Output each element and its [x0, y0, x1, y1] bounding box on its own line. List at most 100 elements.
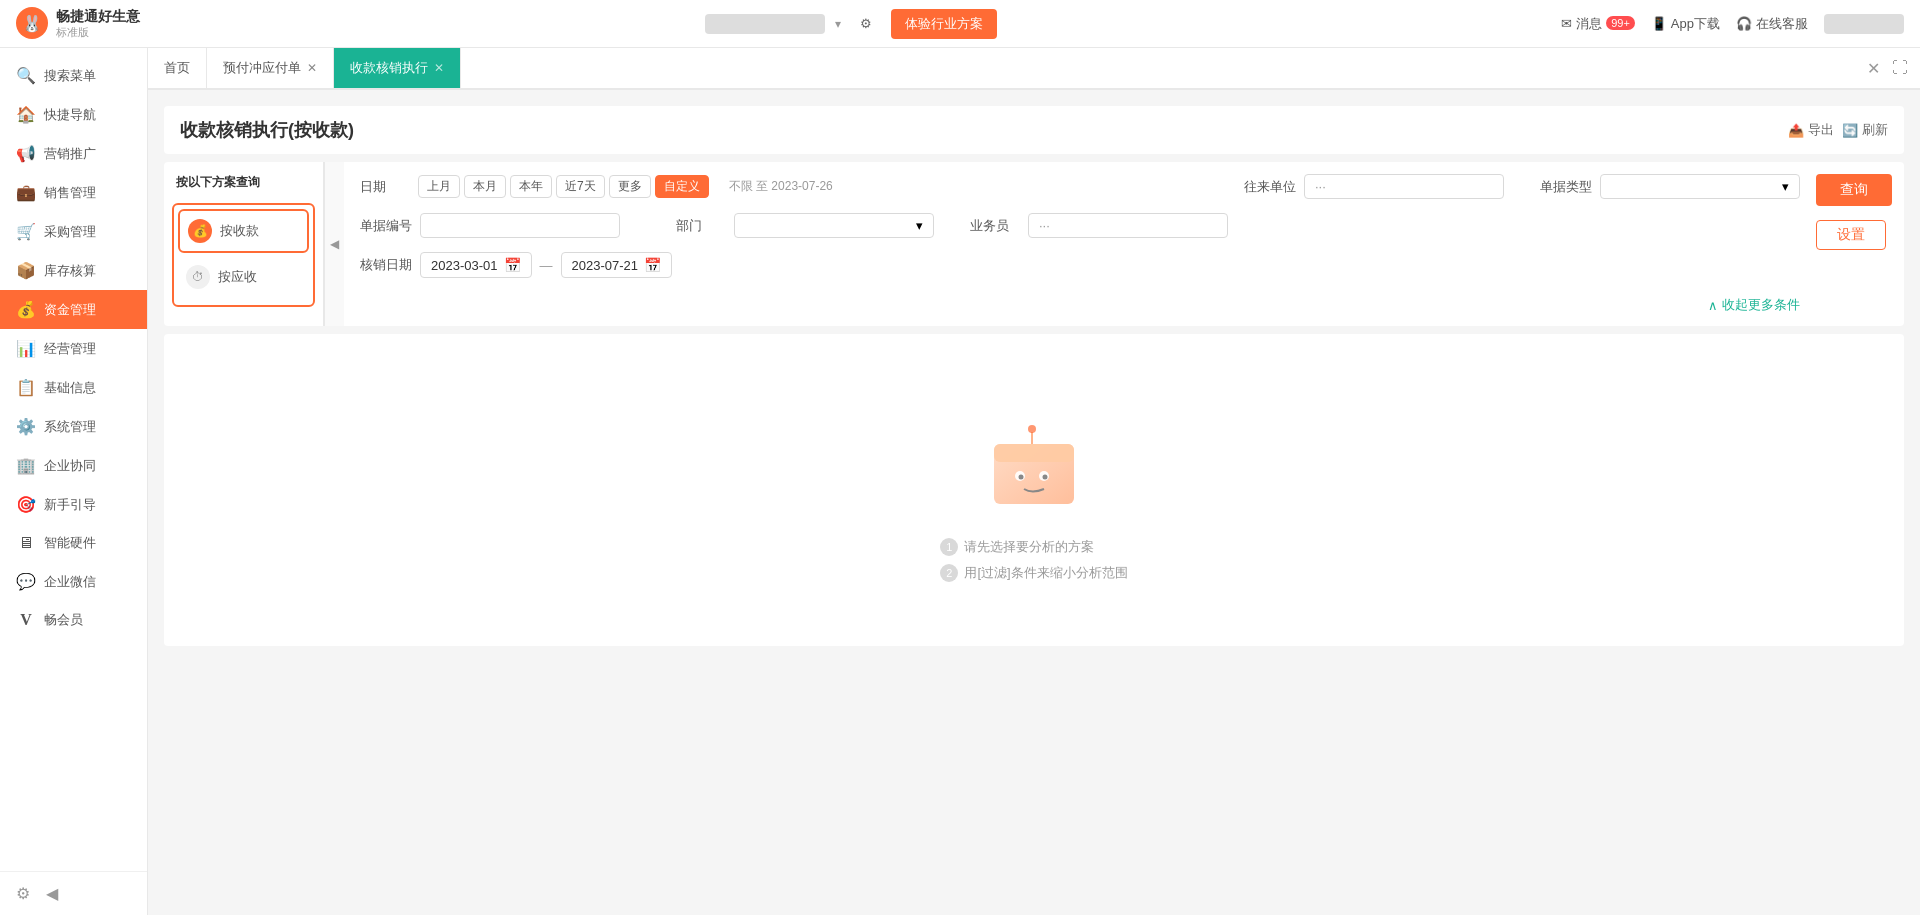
counterparty-input[interactable]: ···: [1304, 174, 1504, 199]
date-label: 日期: [360, 178, 410, 196]
settings-bottom-icon[interactable]: ⚙: [16, 884, 30, 903]
step-1-text: 请先选择要分析的方案: [964, 534, 1094, 560]
settings-icon[interactable]: ⚙: [851, 9, 881, 39]
staff-label: 业务员: [970, 217, 1020, 235]
by-receipt-label: 按收款: [220, 222, 259, 240]
department-select[interactable]: ▾: [734, 213, 934, 238]
step-2-text: 用[过滤]条件来缩小分析范围: [964, 560, 1127, 586]
funds-icon: 💰: [16, 300, 36, 319]
tab-receipt-offset[interactable]: 收款核销执行 ✕: [334, 48, 461, 88]
writeoff-date-range: 2023-03-01 📅 — 2023-07-21 📅: [420, 252, 672, 278]
step-2-num: 2: [940, 564, 958, 582]
tab-receipt-label: 收款核销执行: [350, 59, 428, 77]
sidebar-item-inventory[interactable]: 📦 库存核算: [0, 251, 147, 290]
marketing-icon: 📢: [16, 144, 36, 163]
writeoff-start-date[interactable]: 2023-03-01 📅: [420, 252, 532, 278]
sidebar-item-guide[interactable]: 🎯 新手引导: [0, 485, 147, 524]
last-month-btn[interactable]: 上月: [418, 175, 460, 198]
account-info: [705, 14, 825, 34]
tab-home[interactable]: 首页: [148, 48, 207, 88]
sidebar-label-system: 系统管理: [44, 418, 96, 436]
tab-bar: 首页 预付冲应付单 ✕ 收款核销执行 ✕ ✕ ⛶: [148, 48, 1920, 90]
refresh-button[interactable]: 🔄 刷新: [1842, 121, 1888, 139]
date-no-limit: 不限 至 2023-07-26: [729, 178, 1188, 195]
this-year-btn[interactable]: 本年: [510, 175, 552, 198]
inventory-icon: 📦: [16, 261, 36, 280]
sidebar-item-marketing[interactable]: 📢 营销推广: [0, 134, 147, 173]
sidebar-item-quick-nav[interactable]: 🏠 快捷导航: [0, 95, 147, 134]
filter-settings-button[interactable]: 设置: [1816, 220, 1886, 250]
app-download-label: App下载: [1671, 15, 1720, 33]
collapse-arrow-icon: ◀: [330, 237, 339, 251]
sidebar-item-member[interactable]: V 畅会员: [0, 601, 147, 639]
sidebar-item-smart-hw[interactable]: 🖥 智能硬件: [0, 524, 147, 562]
main-layout: 🔍 搜索菜单 🏠 快捷导航 📢 营销推广 💼 销售管理 🛒 采购管理 📦: [0, 48, 1920, 915]
svg-point-4: [1019, 475, 1024, 480]
topbar-center: ▾ ⚙ 体验行业方案: [705, 9, 997, 39]
filter-counterparty-item: 往来单位 ···: [1244, 174, 1504, 199]
page-header: 收款核销执行(按收款) 📤 导出 🔄 刷新: [164, 106, 1904, 154]
sales-icon: 💼: [16, 183, 36, 202]
tab-prepay-close-icon[interactable]: ✕: [307, 61, 317, 75]
operations-icon: 📊: [16, 339, 36, 358]
sidebar-label-quick-nav: 快捷导航: [44, 106, 96, 124]
filter-row-1: 日期 上月 本月 本年 近7天 更多 自定义 不限 至 2023-0: [360, 174, 1800, 199]
sidebar-item-search-menu[interactable]: 🔍 搜索菜单: [0, 56, 147, 95]
app-download-button[interactable]: 📱 App下载: [1651, 15, 1720, 33]
receipt-type-select[interactable]: ▾: [1600, 174, 1800, 199]
more-date-btn[interactable]: 更多: [609, 175, 651, 198]
sidebar-item-wechat[interactable]: 💬 企业微信: [0, 562, 147, 601]
export-icon: 📤: [1788, 123, 1804, 138]
filter-by-receipt[interactable]: 💰 按收款: [178, 209, 309, 253]
last-7-days-btn[interactable]: 近7天: [556, 175, 605, 198]
sidebar-item-operations[interactable]: 📊 经营管理: [0, 329, 147, 368]
message-badge: 99+: [1606, 16, 1635, 30]
dropdown-arrow-icon[interactable]: ▾: [835, 17, 841, 31]
online-support-button[interactable]: 🎧 在线客服: [1736, 15, 1808, 33]
member-icon: V: [16, 611, 36, 629]
topbar-left: 🐰 畅捷通好生意 标准版: [16, 7, 140, 39]
receipt-no-input[interactable]: [420, 213, 620, 238]
by-receivable-icon: ⏱: [186, 265, 210, 289]
query-button[interactable]: 查询: [1816, 174, 1892, 206]
staff-ellipsis: ···: [1039, 218, 1050, 233]
tab-close-all-icon[interactable]: ✕: [1863, 55, 1884, 82]
sidebar-item-enterprise[interactable]: 🏢 企业协同: [0, 446, 147, 485]
filter-department-item: 部门 ▾: [676, 213, 934, 238]
writeoff-start-value: 2023-03-01: [431, 258, 498, 273]
tab-receipt-close-icon[interactable]: ✕: [434, 61, 444, 75]
writeoff-end-date[interactable]: 2023-07-21 📅: [561, 252, 673, 278]
page-title: 收款核销执行(按收款): [180, 118, 354, 142]
collapse-sidebar-icon[interactable]: ◀: [46, 884, 58, 903]
collapse-more-button[interactable]: ∧ 收起更多条件: [1708, 296, 1800, 314]
custom-date-btn[interactable]: 自定义: [655, 175, 709, 198]
filter-by-receivable[interactable]: ⏱ 按应收: [178, 257, 309, 297]
message-button[interactable]: ✉ 消息 99+: [1561, 15, 1635, 33]
sidebar-item-purchase[interactable]: 🛒 采购管理: [0, 212, 147, 251]
sidebar-label-enterprise: 企业协同: [44, 457, 96, 475]
sidebar-item-funds[interactable]: 💰 资金管理: [0, 290, 147, 329]
sidebar-label-smart-hw: 智能硬件: [44, 534, 96, 552]
export-button[interactable]: 📤 导出: [1788, 121, 1834, 139]
user-avatar[interactable]: [1824, 14, 1904, 34]
tab-expand-icon[interactable]: ⛶: [1888, 55, 1912, 81]
staff-input[interactable]: ···: [1028, 213, 1228, 238]
sidebar-label-member: 畅会员: [44, 611, 83, 629]
filter-panel: 按以下方案查询 💰 按收款 ⏱ 按应收 ◀: [164, 162, 1904, 326]
enterprise-icon: 🏢: [16, 456, 36, 475]
sidebar-item-sales[interactable]: 💼 销售管理: [0, 173, 147, 212]
filter-main: 日期 上月 本月 本年 近7天 更多 自定义 不限 至 2023-0: [344, 162, 1816, 326]
collapse-chevron-icon: ∧: [1708, 298, 1718, 313]
calendar-start-icon: 📅: [504, 257, 521, 273]
logo-text: 畅捷通好生意 标准版: [56, 7, 140, 39]
collapse-row: ∧ 收起更多条件: [360, 292, 1800, 314]
home-icon: 🏠: [16, 105, 36, 124]
filter-sidebar-collapse[interactable]: ◀: [324, 162, 344, 326]
app-logo: 🐰 畅捷通好生意 标准版: [16, 7, 140, 39]
solution-button[interactable]: 体验行业方案: [891, 9, 997, 39]
sidebar-item-basic-info[interactable]: 📋 基础信息: [0, 368, 147, 407]
tab-prepay-offset[interactable]: 预付冲应付单 ✕: [207, 48, 334, 88]
sidebar-item-system[interactable]: ⚙️ 系统管理: [0, 407, 147, 446]
export-label: 导出: [1808, 121, 1834, 139]
this-month-btn[interactable]: 本月: [464, 175, 506, 198]
